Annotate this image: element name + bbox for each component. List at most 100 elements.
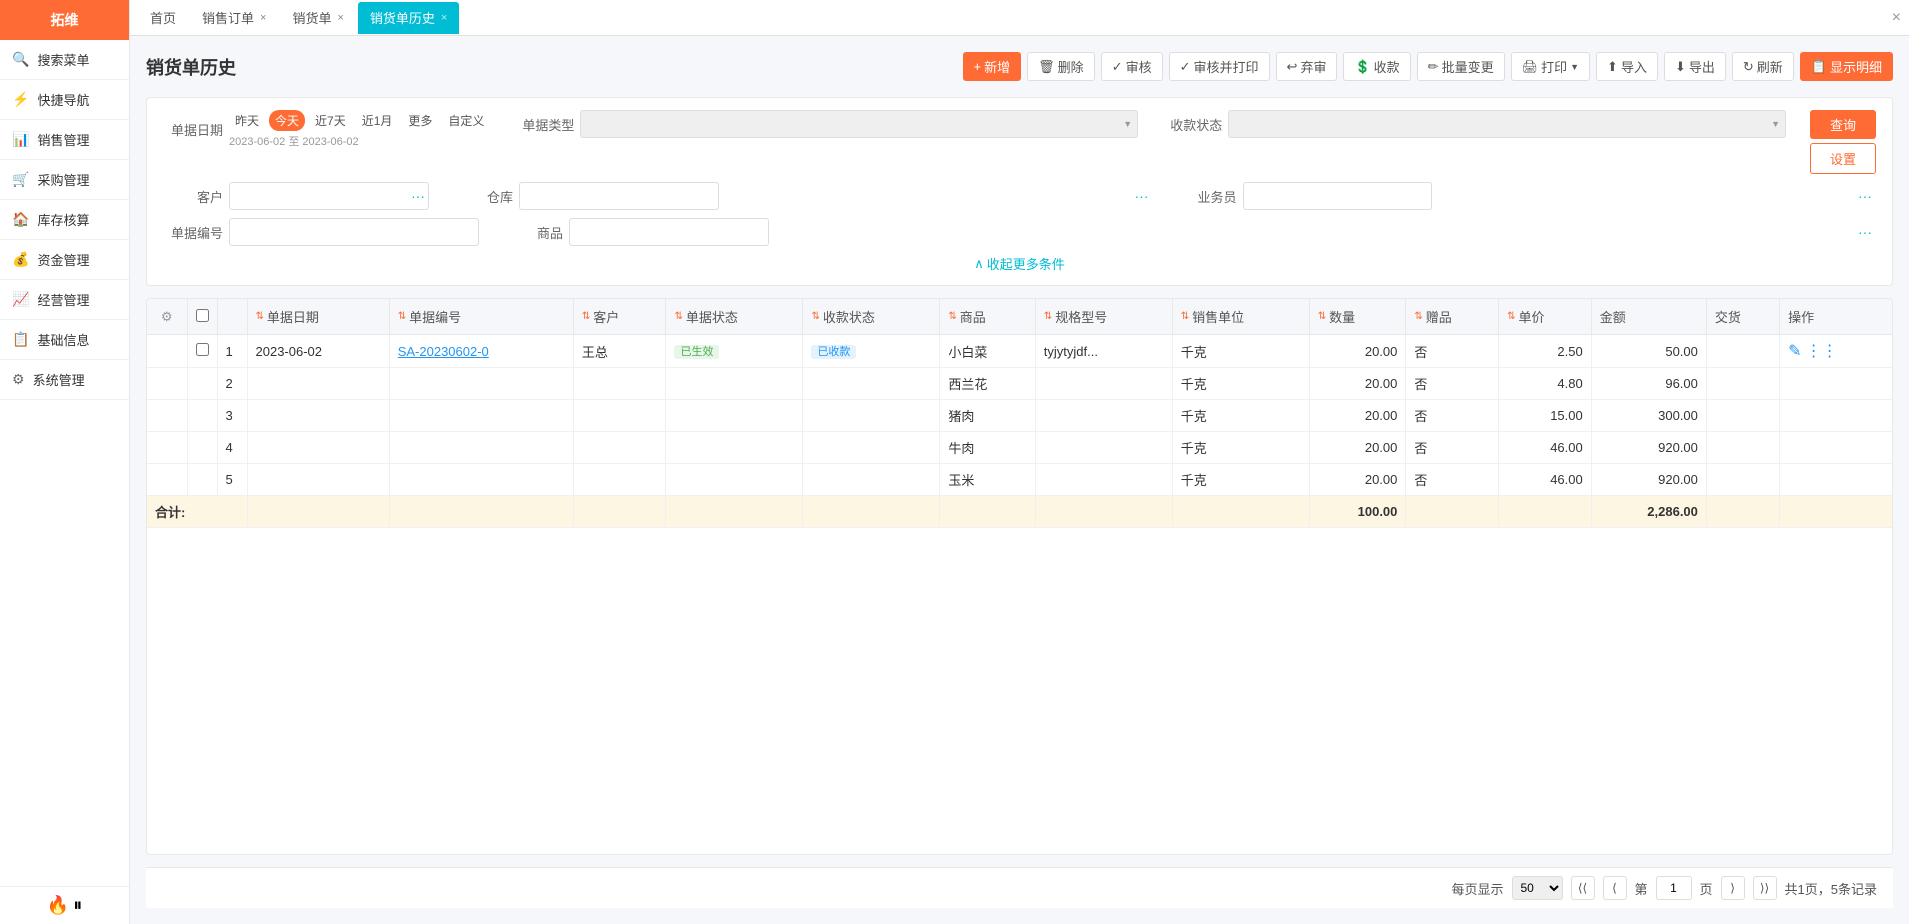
cell-quantity: 20.00 — [1309, 368, 1406, 400]
sidebar-item-sales-mgmt[interactable]: 📊 销售管理 — [0, 120, 129, 160]
sidebar-item-purchase-mgmt[interactable]: 🛒 采购管理 — [0, 160, 129, 200]
payment-status-select[interactable] — [1228, 110, 1786, 138]
th-unit-price[interactable]: ⇅ 单价 — [1499, 299, 1592, 335]
doc-no-link[interactable]: SA-20230602-0 — [398, 344, 489, 359]
product-dots-button[interactable]: ··· — [1858, 224, 1872, 240]
th-product[interactable]: ⇅ 商品 — [940, 299, 1035, 335]
th-sales-unit[interactable]: ⇅ 销售单位 — [1172, 299, 1309, 335]
customer-input[interactable] — [229, 182, 429, 210]
tab-sales-history-close[interactable]: × — [441, 12, 447, 24]
date-tab-last7days[interactable]: 近7天 — [309, 110, 352, 131]
table-settings-icon[interactable]: ⚙ — [161, 309, 173, 324]
edit-action[interactable]: ✎ — [1788, 341, 1801, 361]
sidebar-bottom: 🔥 ⏸ — [0, 886, 129, 924]
prev-page-button[interactable]: ⟨ — [1603, 876, 1627, 900]
delete-label: 删除 — [1058, 57, 1084, 76]
next-page-button[interactable]: ⟩ — [1721, 876, 1745, 900]
th-quantity[interactable]: ⇅ 数量 — [1309, 299, 1406, 335]
sidebar-item-finance-mgmt[interactable]: 💰 资金管理 — [0, 240, 129, 280]
th-gift[interactable]: ⇅ 赠品 — [1406, 299, 1499, 335]
batch-change-button[interactable]: ✏ 批量变更 — [1417, 52, 1505, 81]
sidebar-item-system-mgmt[interactable]: ⚙ 系统管理 — [0, 360, 129, 400]
pause-icon[interactable]: ⏸ — [73, 895, 82, 916]
per-page-select[interactable]: 50 100 200 — [1512, 876, 1563, 900]
salesperson-dots-button[interactable]: ··· — [1858, 188, 1872, 204]
refresh-button[interactable]: ↻ 刷新 — [1732, 52, 1794, 81]
tab-home[interactable]: 首页 — [138, 2, 188, 34]
abandon-button[interactable]: ↩ 弃审 — [1276, 52, 1338, 81]
product-input[interactable] — [569, 218, 769, 246]
audit-print-button[interactable]: ✓ 审核并打印 — [1169, 52, 1270, 81]
cell-unit-price: 46.00 — [1499, 464, 1592, 496]
cell-doc-no: SA-20230602-0 — [389, 335, 573, 368]
cell-actions — [1780, 432, 1892, 464]
query-button[interactable]: 查询 — [1810, 110, 1876, 139]
product-filter: 商品 ··· — [503, 218, 1876, 246]
export-button[interactable]: ⬇ 导出 — [1664, 52, 1726, 81]
tab-sales-order-close[interactable]: × — [260, 12, 266, 24]
th-doc-no[interactable]: ⇅ 单据编号 — [389, 299, 573, 335]
doc-no-label: 单据编号 — [163, 223, 223, 242]
th-transaction: 交货 — [1706, 299, 1779, 335]
sidebar-item-operations-mgmt[interactable]: 📈 经营管理 — [0, 280, 129, 320]
first-page-button[interactable]: ⟨⟨ — [1571, 876, 1595, 900]
th-date[interactable]: ⇅ 单据日期 — [247, 299, 389, 335]
fire-icon[interactable]: 🔥 — [47, 895, 69, 916]
doc-status-badge: 已生效 — [674, 345, 719, 359]
collapse-button[interactable]: ∧ 收起更多条件 — [974, 254, 1065, 273]
th-settings[interactable]: ⚙ — [147, 299, 187, 335]
sidebar-item-inventory-calc[interactable]: 🏠 库存核算 — [0, 200, 129, 240]
date-tab-custom[interactable]: 自定义 — [442, 110, 490, 131]
th-doc-status[interactable]: ⇅ 单据状态 — [666, 299, 803, 335]
cell-gift: 否 — [1406, 335, 1499, 368]
cell-quantity: 20.00 — [1309, 400, 1406, 432]
import-button[interactable]: ⬆ 导入 — [1596, 52, 1658, 81]
tab-sales-delivery-close[interactable]: × — [337, 12, 343, 24]
delete-button[interactable]: 🗑 删除 — [1027, 52, 1095, 81]
cell-seq: 3 — [217, 400, 247, 432]
cell-customer: 王总 — [573, 335, 666, 368]
per-page-label: 每页显示 — [1451, 879, 1503, 898]
batch-change-label: 批量变更 — [1442, 57, 1494, 76]
sidebar-item-basic-info[interactable]: 📋 基础信息 — [0, 320, 129, 360]
audit-button[interactable]: ✓ 审核 — [1101, 52, 1163, 81]
customer-dots-button[interactable]: ··· — [411, 188, 425, 204]
date-tab-yesterday[interactable]: 昨天 — [229, 110, 265, 131]
th-spec[interactable]: ⇅ 规格型号 — [1035, 299, 1172, 335]
row-checkbox[interactable] — [196, 343, 209, 356]
close-all-tabs[interactable]: × — [1892, 9, 1901, 27]
type-select[interactable] — [580, 110, 1138, 138]
cell-product: 猪肉 — [940, 400, 1035, 432]
filter-settings-button[interactable]: 设置 — [1810, 143, 1876, 174]
salesperson-input[interactable] — [1243, 182, 1432, 210]
th-actions-label: 操作 — [1788, 310, 1814, 325]
doc-no-input[interactable] — [229, 218, 479, 246]
tab-sales-history[interactable]: 销货单历史 × — [358, 2, 459, 34]
sidebar-item-quick-nav[interactable]: ⚡ 快捷导航 — [0, 80, 129, 120]
refresh-icon: ↻ — [1743, 59, 1754, 75]
date-tab-today[interactable]: 今天 — [269, 110, 305, 131]
new-button[interactable]: + 新增 — [963, 52, 1022, 81]
show-details-button[interactable]: 📋 显示明细 — [1800, 52, 1893, 81]
warehouse-input[interactable] — [519, 182, 719, 210]
th-payment-status-label: 收款状态 — [823, 307, 875, 326]
cell-actions: ✎⋮⋮ — [1780, 335, 1892, 368]
last-page-button[interactable]: ⟩⟩ — [1753, 876, 1777, 900]
th-customer[interactable]: ⇅ 客户 — [573, 299, 666, 335]
date-tab-more[interactable]: 更多 — [402, 110, 438, 131]
more-action[interactable]: ⋮⋮ — [1806, 341, 1838, 361]
tab-sales-order[interactable]: 销售订单 × — [190, 2, 278, 34]
delete-icon: 🗑 — [1038, 59, 1055, 75]
date-tab-last1month[interactable]: 近1月 — [356, 110, 399, 131]
select-all-checkbox[interactable] — [196, 309, 209, 322]
warehouse-dots-button[interactable]: ··· — [1135, 188, 1149, 204]
cell-doc-status — [666, 368, 803, 400]
th-gift-label: 赠品 — [1426, 307, 1452, 326]
th-payment-status[interactable]: ⇅ 收款状态 — [803, 299, 940, 335]
page-input[interactable] — [1656, 876, 1692, 900]
print-button[interactable]: 🖨 打印 ▼ — [1511, 52, 1590, 81]
sidebar-item-search-menu[interactable]: 🔍 搜索菜单 — [0, 40, 129, 80]
collect-button[interactable]: 💲 收款 — [1343, 52, 1410, 81]
tab-sales-delivery[interactable]: 销货单 × — [280, 2, 355, 34]
salesperson-filter: 业务员 ··· — [1177, 182, 1877, 210]
